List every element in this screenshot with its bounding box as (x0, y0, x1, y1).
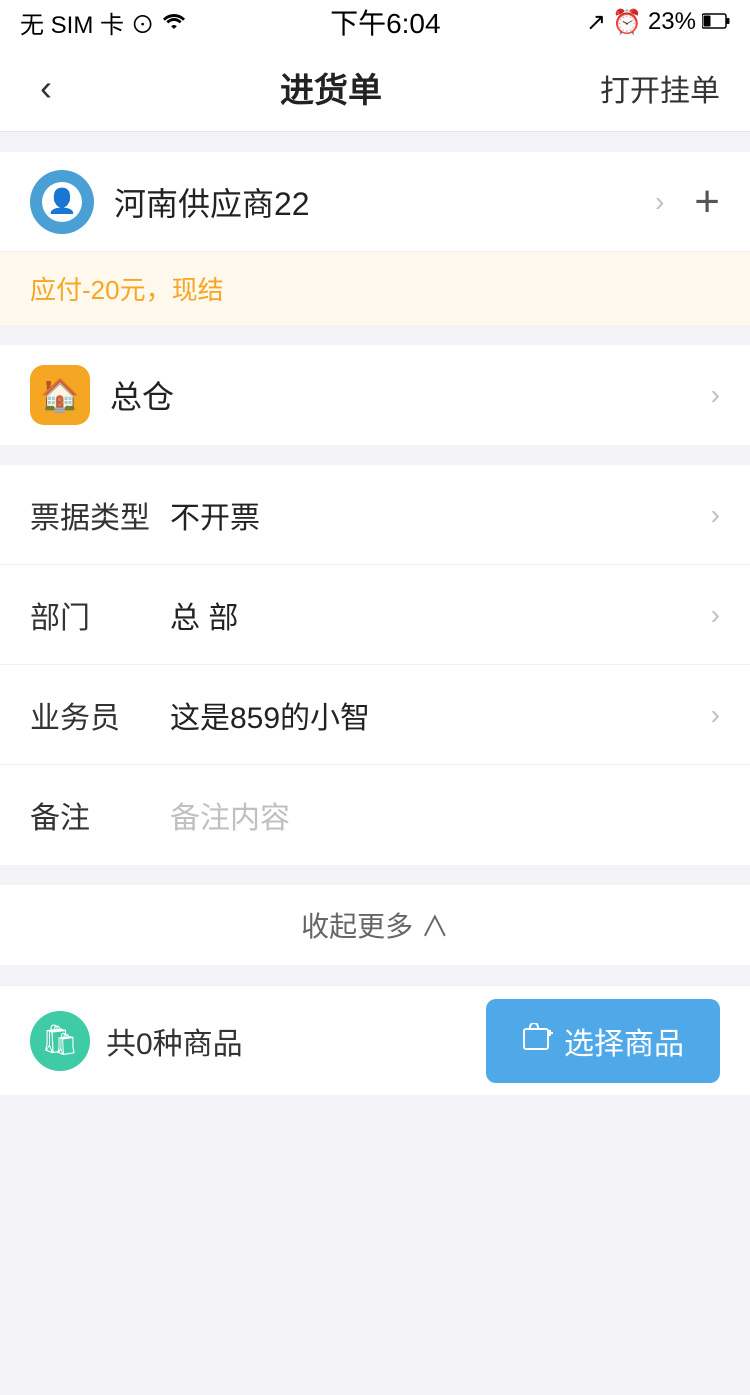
status-left: 无 SIM 卡 ⊙ (20, 5, 185, 40)
warehouse-row[interactable]: 🏠 总仓 › (0, 345, 750, 445)
notes-input[interactable]: 备注内容 (170, 793, 720, 837)
status-time: 下午6:04 (330, 2, 441, 42)
ticket-type-label: 票据类型 (30, 493, 170, 537)
page-background (0, 1095, 750, 1395)
product-cart-icon: 🛍 (30, 1011, 90, 1071)
product-count-label: 共0种商品 (106, 1019, 486, 1063)
warehouse-chevron-icon: › (711, 379, 720, 411)
department-label: 部门 (30, 593, 170, 637)
notes-row[interactable]: 备注 备注内容 (0, 765, 750, 865)
supplier-name: 河南供应商22 (114, 179, 655, 225)
payment-notice: 应付-20元，现结 (0, 252, 750, 325)
person-icon: 👤 (47, 187, 77, 216)
bottom-bar: 🛍 共0种商品 选择商品 (0, 985, 750, 1095)
avatar: 👤 (30, 170, 94, 234)
ticket-type-value: 不开票 (170, 493, 711, 537)
section-gap-2 (0, 325, 750, 345)
department-row[interactable]: 部门 总 部 › (0, 565, 750, 665)
location-icon: ↗ (586, 8, 606, 37)
status-right: ↗ ⏰ 23% (586, 8, 730, 37)
collapse-label: 收起更多 ∧ (301, 905, 449, 945)
select-btn-icon (522, 1023, 554, 1059)
section-gap-1 (0, 132, 750, 152)
status-bar: 无 SIM 卡 ⊙ 下午6:04 ↗ ⏰ 23% (0, 0, 750, 44)
salesperson-chevron-icon: › (711, 699, 720, 731)
select-product-button[interactable]: 选择商品 (486, 999, 720, 1083)
open-pending-button[interactable]: 打开挂单 (600, 66, 720, 110)
battery-icon (702, 8, 730, 36)
salesperson-label: 业务员 (30, 693, 170, 737)
page-title: 进货单 (280, 63, 382, 112)
department-value: 总 部 (170, 593, 711, 637)
signal-text: 无 SIM 卡 ⊙ (20, 5, 155, 40)
supplier-chevron-icon: › (655, 186, 664, 218)
ticket-type-row[interactable]: 票据类型 不开票 › (0, 465, 750, 565)
nav-bar: ‹ 进货单 打开挂单 (0, 44, 750, 132)
supplier-card: 👤 河南供应商22 › + 应付-20元，现结 (0, 152, 750, 325)
supplier-row[interactable]: 👤 河南供应商22 › + (0, 152, 750, 252)
ticket-chevron-icon: › (711, 499, 720, 531)
form-section: 票据类型 不开票 › 部门 总 部 › 业务员 这是859的小智 › 备注 备注… (0, 465, 750, 865)
back-button[interactable]: ‹ (30, 57, 62, 119)
alarm-icon: ⏰ (612, 8, 642, 37)
notes-label: 备注 (30, 793, 170, 837)
collapse-bar[interactable]: 收起更多 ∧ (0, 885, 750, 965)
salesperson-value: 这是859的小智 (170, 693, 711, 737)
battery-text: 23% (648, 8, 696, 36)
warehouse-icon: 🏠 (30, 365, 90, 425)
add-supplier-button[interactable]: + (694, 180, 720, 224)
warehouse-card: 🏠 总仓 › (0, 345, 750, 445)
select-btn-label: 选择商品 (564, 1019, 684, 1063)
wifi-icon (163, 8, 185, 36)
department-chevron-icon: › (711, 599, 720, 631)
salesperson-row[interactable]: 业务员 这是859的小智 › (0, 665, 750, 765)
warehouse-name: 总仓 (110, 372, 711, 418)
